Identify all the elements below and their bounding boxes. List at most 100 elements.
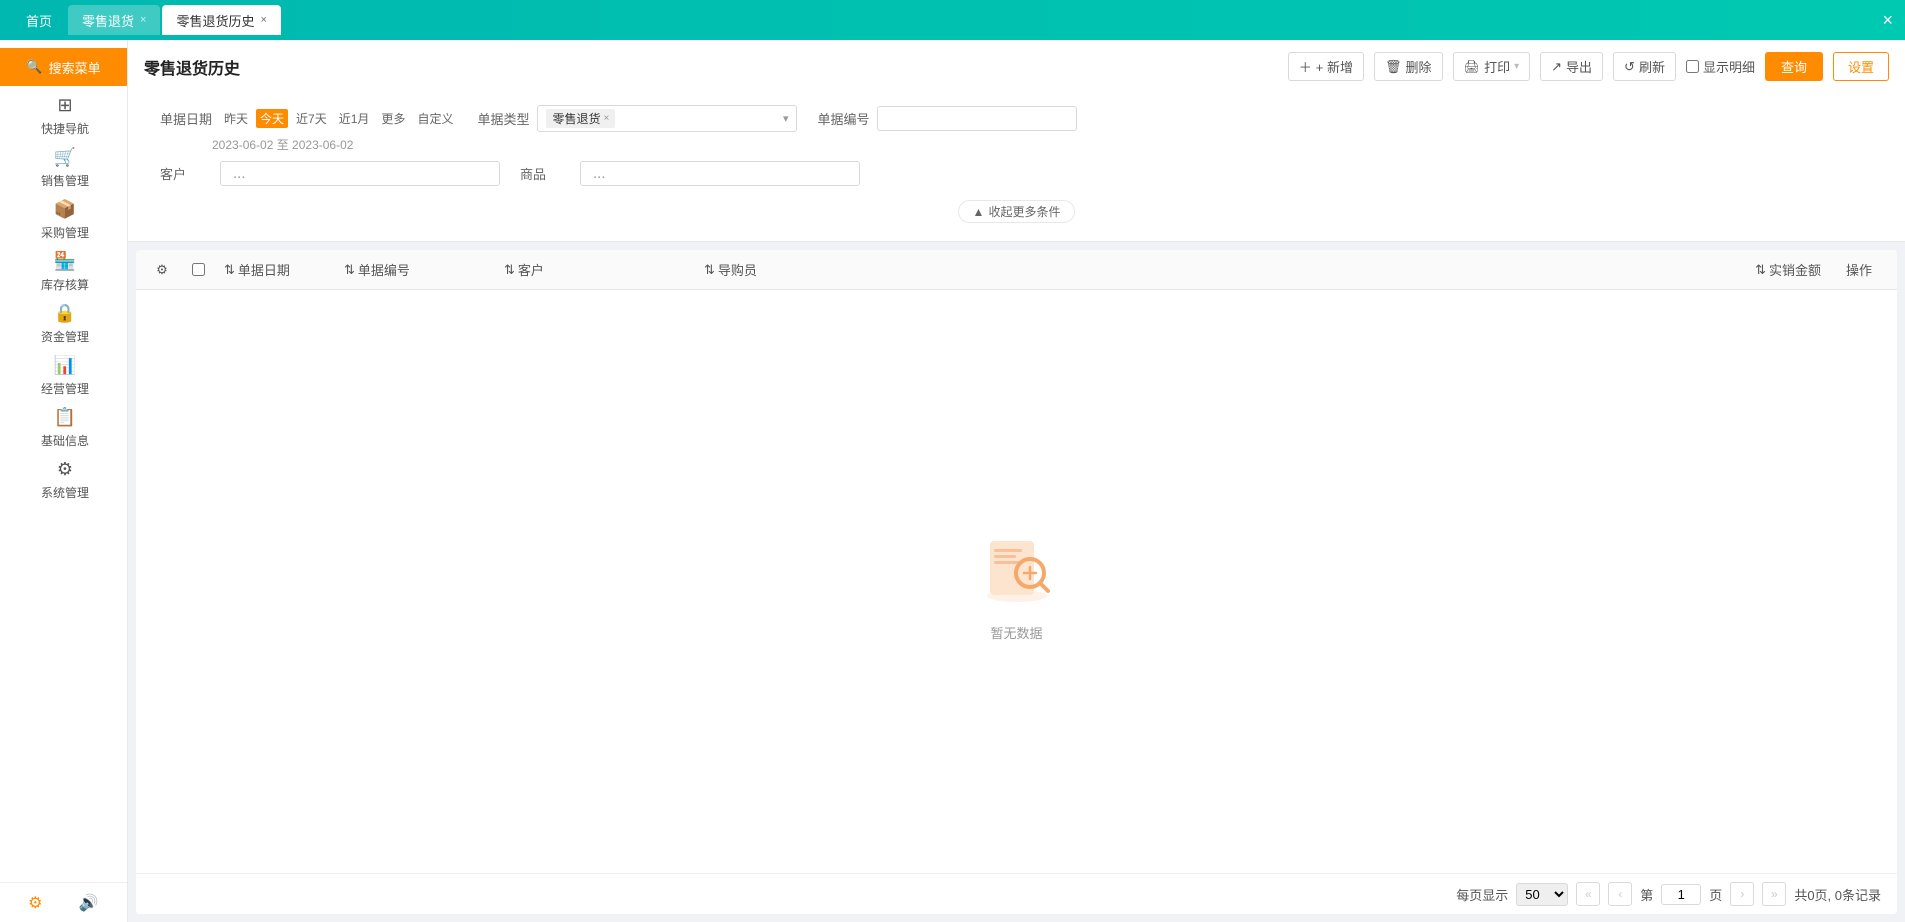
date-shortcut-custom[interactable]: 自定义 (413, 109, 457, 128)
tab-retail-return-history-label: 零售退货历史 (176, 11, 254, 30)
sidebar-item-purchase-mgmt[interactable]: 📦 采购管理 (0, 194, 127, 246)
first-page-button[interactable]: « (1576, 882, 1600, 906)
toolbar: ＋ + 新增 🗑 删除 🖨 打印 ▾ ↗ 导出 (1288, 52, 1889, 81)
date-shortcut-more[interactable]: 更多 (377, 109, 409, 128)
sidebar-item-operations-mgmt[interactable]: 📊 经营管理 (0, 350, 127, 402)
th-customer-label: 客户 (518, 260, 544, 279)
th-ops-label: 操作 (1846, 260, 1872, 279)
sidebar-item-capital-mgmt[interactable]: 🔒 资金管理 (0, 298, 127, 350)
date-shortcut-1month[interactable]: 近1月 (335, 109, 374, 128)
doc-no-input[interactable] (877, 106, 1077, 131)
per-page-select[interactable]: 50 20 100 (1516, 883, 1568, 906)
collapse-bar: ▲ 收起更多条件 (160, 196, 1873, 229)
th-checkbox[interactable] (180, 263, 216, 276)
export-button[interactable]: ↗ 导出 (1540, 52, 1603, 81)
customer-ellipsis-button[interactable]: ... (229, 165, 250, 182)
delete-icon: 🗑 (1385, 59, 1402, 75)
collapse-button[interactable]: ▲ 收起更多条件 (958, 200, 1076, 223)
th-guide: ⇅ 导购员 (696, 260, 816, 279)
filter-date-label: 单据日期 (160, 109, 212, 128)
settings-label: 设置 (1848, 60, 1874, 75)
goods-input[interactable]: ... (580, 161, 860, 186)
th-date: ⇅ 单据日期 (216, 260, 336, 279)
settings-button[interactable]: 设置 (1833, 52, 1889, 81)
sidebar-item-operations-mgmt-label: 经营管理 (41, 380, 89, 397)
basic-info-icon: 📋 (54, 407, 76, 428)
page-header: 零售退货历史 ＋ + 新增 🗑 删除 🖨 打印 ▾ (128, 40, 1905, 242)
filter-doc-type-label: 单据类型 (477, 109, 529, 128)
main-content: 零售退货历史 ＋ + 新增 🗑 删除 🖨 打印 ▾ (128, 40, 1905, 922)
sidebar-sound-icon[interactable]: 🔊 (79, 893, 99, 913)
sidebar-item-quick-nav-label: 快捷导航 (41, 120, 89, 137)
filter-goods-label: 商品 (520, 164, 572, 183)
tab-home-label: 首页 (26, 11, 52, 30)
doc-type-tag-close[interactable]: × (603, 113, 609, 124)
date-shortcut-today[interactable]: 今天 (256, 109, 288, 128)
show-detail-checkbox-label[interactable]: 显示明细 (1686, 57, 1755, 76)
table-body: 暂无数据 (136, 290, 1897, 873)
query-button[interactable]: 查询 (1765, 52, 1823, 81)
collapse-label: 收起更多条件 (988, 203, 1060, 220)
tab-retail-return-history-close[interactable]: × (260, 14, 266, 26)
page-number-input[interactable] (1661, 884, 1701, 905)
refresh-icon: ↺ (1624, 59, 1635, 75)
operations-mgmt-icon: 📊 (54, 355, 76, 376)
select-all-checkbox[interactable] (192, 263, 205, 276)
sidebar-item-inventory-check[interactable]: 🏪 库存核算 (0, 246, 127, 298)
delete-label: 删除 (1406, 57, 1432, 76)
print-button[interactable]: 🖨 打印 ▾ (1453, 52, 1531, 81)
per-page-label: 每页显示 (1456, 885, 1508, 904)
add-label: + 新增 (1316, 57, 1353, 76)
last-page-button[interactable]: » (1762, 882, 1786, 906)
add-button[interactable]: ＋ + 新增 (1288, 52, 1364, 81)
window-close-button[interactable]: × (1882, 10, 1893, 31)
goods-ellipsis-button[interactable]: ... (589, 165, 610, 182)
th-customer: ⇅ 客户 (496, 260, 696, 279)
sidebar: 🔍 搜索菜单 ⊞ 快捷导航 🛒 销售管理 📦 采购管理 🏪 库存核算 🔒 资金管… (0, 40, 128, 922)
settings-column-icon: ⚙ (156, 262, 168, 278)
print-icon: 🖨 (1464, 59, 1481, 75)
show-detail-label: 显示明细 (1703, 57, 1755, 76)
customer-input[interactable]: ... (220, 161, 500, 186)
th-customer-icon: ⇅ (504, 262, 515, 278)
export-icon: ↗ (1551, 59, 1562, 75)
refresh-button[interactable]: ↺ 刷新 (1613, 52, 1676, 81)
tab-retail-return-close[interactable]: × (140, 14, 146, 26)
sidebar-settings-icon[interactable]: ⚙ (28, 893, 42, 913)
filter-date: 单据日期 昨天 今天 近7天 近1月 更多 自定义 (160, 109, 457, 128)
tab-bar: 首页 零售退货 × 零售退货历史 × (12, 5, 1882, 35)
th-ops: 操作 (1829, 260, 1889, 279)
tab-retail-return[interactable]: 零售退货 × (68, 5, 160, 35)
sales-mgmt-icon: 🛒 (54, 147, 76, 168)
query-label: 查询 (1781, 60, 1807, 75)
sidebar-item-basic-info[interactable]: 📋 基础信息 (0, 402, 127, 454)
top-bar: 首页 零售退货 × 零售退货历史 × × (0, 0, 1905, 40)
empty-text: 暂无数据 (990, 623, 1042, 642)
sidebar-item-system-mgmt[interactable]: ⚙ 系统管理 (0, 454, 127, 506)
prev-page-button[interactable]: ‹ (1608, 882, 1632, 906)
tab-home[interactable]: 首页 (12, 5, 66, 35)
doc-type-tag: 零售退货 × (546, 109, 615, 128)
date-shortcut-yesterday[interactable]: 昨天 (220, 109, 252, 128)
capital-mgmt-icon: 🔒 (54, 303, 76, 324)
sidebar-search[interactable]: 🔍 搜索菜单 (0, 48, 127, 86)
sidebar-item-sales-mgmt[interactable]: 🛒 销售管理 (0, 142, 127, 194)
search-icon: 🔍 (26, 59, 42, 75)
date-shortcut-7days[interactable]: 近7天 (292, 109, 331, 128)
total-label: 共0页, 0条记录 (1794, 885, 1881, 904)
date-range-display: 2023-06-02 至 2023-06-02 (212, 138, 353, 152)
tab-retail-return-history[interactable]: 零售退货历史 × (162, 5, 280, 35)
sidebar-bottom: ⚙ 🔊 (0, 882, 127, 922)
th-no-label: 单据编号 (358, 260, 410, 279)
sidebar-item-quick-nav[interactable]: ⊞ 快捷导航 (0, 90, 127, 142)
empty-state: 暂无数据 (972, 521, 1062, 642)
sidebar-item-inventory-check-label: 库存核算 (41, 276, 89, 293)
table-container: ⚙ ⇅ 单据日期 ⇅ 单据编号 ⇅ 客户 ⇅ (136, 250, 1897, 914)
th-settings[interactable]: ⚙ (144, 262, 180, 278)
doc-type-dropdown[interactable]: 零售退货 × ▾ (537, 105, 797, 132)
next-page-button[interactable]: › (1730, 882, 1754, 906)
show-detail-checkbox[interactable] (1686, 60, 1699, 73)
add-icon: ＋ (1299, 57, 1312, 76)
delete-button[interactable]: 🗑 删除 (1374, 52, 1443, 81)
filter-customer: 客户 ... (160, 161, 500, 186)
